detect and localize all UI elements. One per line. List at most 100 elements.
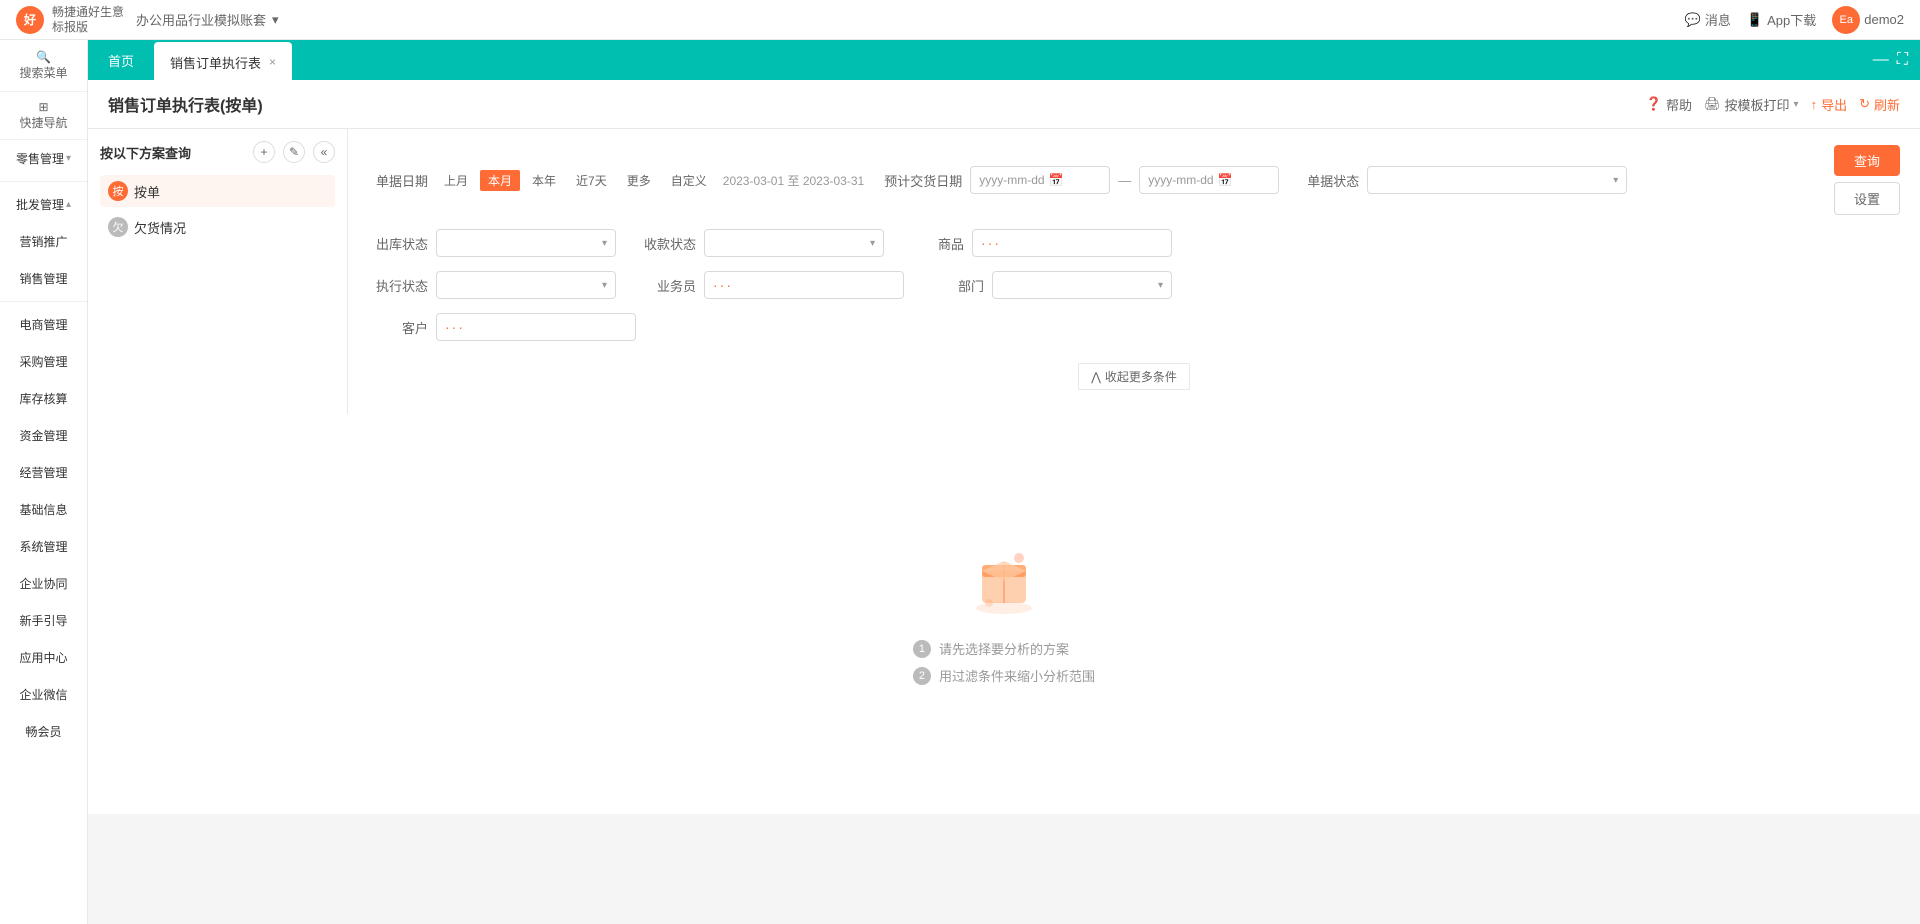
tab-sales-order[interactable]: 销售订单执行表 ×: [154, 42, 292, 82]
sidebar-item-system[interactable]: 系统管理: [0, 528, 87, 565]
sidebar-item-inventory[interactable]: 库存核算: [0, 380, 87, 417]
predicted-date-label: 预计交货日期: [884, 171, 962, 190]
filter-item-order[interactable]: 按 按单: [100, 175, 335, 207]
inventory-label: 库存核算: [19, 390, 67, 407]
collapse-more-label: 收起更多条件: [1105, 368, 1177, 385]
date-label: 单据日期: [368, 171, 428, 190]
sidebar-item-marketing[interactable]: 营销推广: [0, 223, 87, 260]
date-tab-thismonth[interactable]: 本月: [480, 170, 520, 191]
filter-left-title: 按以下方案查询: [100, 143, 191, 162]
customer-input[interactable]: ···: [436, 313, 636, 341]
tab-close-icon[interactable]: ×: [269, 55, 276, 69]
purchase-label: 采购管理: [19, 353, 67, 370]
delivery-select[interactable]: ▾: [436, 229, 616, 257]
tab-minimize-btn[interactable]: —: [1873, 51, 1889, 69]
date-tab-custom[interactable]: 自定义: [663, 170, 715, 191]
settings-btn[interactable]: 设置: [1834, 182, 1900, 215]
empty-state: 1 请先选择要分析的方案 2 用过滤条件来缩小分析范围: [913, 543, 1095, 685]
industry-selector[interactable]: 办公用品行业模拟账套 ▾: [136, 10, 279, 29]
query-btn[interactable]: 查询: [1834, 145, 1900, 176]
customer-label: 客户: [368, 318, 428, 337]
date-tab-thisyear[interactable]: 本年: [524, 170, 564, 191]
status-select[interactable]: ▾: [1367, 166, 1627, 194]
sidebar-quick-nav[interactable]: ⊞ 快捷导航: [0, 92, 87, 140]
sidebar-search[interactable]: 🔍 搜索菜单: [0, 40, 87, 92]
help-btn[interactable]: ❓ 帮助: [1646, 95, 1692, 114]
filter-left-header: 按以下方案查询 + ✎ «: [100, 141, 335, 163]
sidebar-item-apps[interactable]: 应用中心: [0, 639, 87, 676]
print-arrow: ▾: [1794, 99, 1799, 110]
tab-home[interactable]: 首页: [88, 40, 154, 80]
operations-label: 经营管理: [19, 464, 67, 481]
tab-maximize-btn[interactable]: ⛶: [1897, 51, 1908, 69]
sidebar-item-member[interactable]: 畅会员: [0, 713, 87, 750]
print-icon: 🖨: [1704, 96, 1721, 112]
sidebar-item-wholesale[interactable]: 批发管理 ▴: [0, 186, 87, 223]
salesman-dots[interactable]: ···: [713, 277, 733, 293]
sidebar-item-operations[interactable]: 经营管理: [0, 454, 87, 491]
tip-2-text: 用过滤条件来缩小分析范围: [939, 666, 1095, 685]
empty-tips: 1 请先选择要分析的方案 2 用过滤条件来缩小分析范围: [913, 639, 1095, 685]
collapse-arrow-icon: ⋀: [1091, 370, 1101, 384]
refresh-btn[interactable]: ↻ 刷新: [1859, 95, 1900, 114]
predicted-date-start-input[interactable]: yyyy-mm-dd 📅: [970, 166, 1110, 194]
predicted-date-start-placeholder: yyyy-mm-dd: [979, 173, 1044, 187]
predicted-date-end-placeholder: yyyy-mm-dd: [1148, 173, 1213, 187]
sidebar-item-enterprise[interactable]: 企业协同: [0, 565, 87, 602]
department-select[interactable]: ▾: [992, 271, 1172, 299]
retail-arrow: ▾: [66, 153, 71, 164]
logo-line2: 标报版: [52, 20, 124, 34]
tab-bar: 首页 销售订单执行表 × — ⛶: [88, 40, 1920, 80]
date-tab-lastmonth[interactable]: 上月: [436, 170, 476, 191]
industry-arrow: ▾: [272, 12, 279, 28]
filter-group-customer: 客户 ···: [368, 313, 636, 341]
action-buttons: 查询 设置: [1834, 145, 1900, 215]
sidebar-item-retail[interactable]: 零售管理 ▾: [0, 140, 87, 177]
app-download-action[interactable]: 📱 App下载: [1747, 10, 1816, 29]
enterprise-label: 企业协同: [19, 575, 67, 592]
export-icon: ↑: [1811, 97, 1818, 112]
empty-tip-2: 2 用过滤条件来缩小分析范围: [913, 666, 1095, 685]
filter-row-1: 单据日期 上月 本月 本年 近7天 更多 自定义 2023-03-01 至 20…: [368, 145, 1900, 215]
filter-add-btn[interactable]: +: [253, 141, 275, 163]
sidebar-item-newbie[interactable]: 新手引导: [0, 602, 87, 639]
sidebar-item-purchase[interactable]: 采购管理: [0, 343, 87, 380]
customer-dots[interactable]: ···: [445, 319, 465, 335]
tab-bar-right: — ⛶: [1861, 51, 1920, 69]
date-tab-7days[interactable]: 近7天: [568, 170, 615, 191]
edit-icon: ✎: [289, 145, 299, 159]
user-action[interactable]: Ea demo2: [1832, 6, 1904, 34]
export-btn[interactable]: ↑ 导出: [1811, 95, 1848, 114]
predicted-date-end-input[interactable]: yyyy-mm-dd 📅: [1139, 166, 1279, 194]
filter-item-shortage[interactable]: 欠 欠货情况: [100, 211, 335, 243]
filter-collapse-btn[interactable]: «: [313, 141, 335, 163]
salesman-input[interactable]: ···: [704, 271, 904, 299]
avatar: Ea: [1832, 6, 1860, 34]
apps-label: 应用中心: [19, 649, 67, 666]
calendar-start-icon[interactable]: 📅: [1049, 173, 1064, 187]
tip-2-num: 2: [913, 667, 931, 685]
date-tab-more[interactable]: 更多: [619, 170, 659, 191]
sidebar-item-basic[interactable]: 基础信息: [0, 491, 87, 528]
user-name: demo2: [1864, 12, 1904, 27]
filter-group-payment: 收款状态 ▾: [636, 229, 884, 257]
sidebar-item-sales[interactable]: 销售管理: [0, 260, 87, 297]
table-area: 1 请先选择要分析的方案 2 用过滤条件来缩小分析范围: [88, 414, 1920, 814]
print-btn[interactable]: 🖨 按模板打印 ▾: [1704, 95, 1799, 114]
payment-select[interactable]: ▾: [704, 229, 884, 257]
filter-item-label-order: 按单: [134, 182, 160, 201]
department-label: 部门: [924, 276, 984, 295]
status-arrow: ▾: [1613, 175, 1618, 186]
execution-select[interactable]: ▾: [436, 271, 616, 299]
top-header-right: 💬 消息 📱 App下载 Ea demo2: [1685, 6, 1904, 34]
collapse-more-btn[interactable]: ⋀ 收起更多条件: [1078, 363, 1190, 390]
sidebar-item-finance[interactable]: 资金管理: [0, 417, 87, 454]
wholesale-arrow: ▴: [66, 199, 71, 210]
product-input[interactable]: ···: [972, 229, 1172, 257]
sidebar-item-wechat[interactable]: 企业微信: [0, 676, 87, 713]
message-action[interactable]: 💬 消息: [1685, 10, 1731, 29]
calendar-end-icon[interactable]: 📅: [1218, 173, 1233, 187]
sidebar-item-ecommerce[interactable]: 电商管理: [0, 306, 87, 343]
filter-edit-btn[interactable]: ✎: [283, 141, 305, 163]
product-dots[interactable]: ···: [981, 235, 1001, 251]
